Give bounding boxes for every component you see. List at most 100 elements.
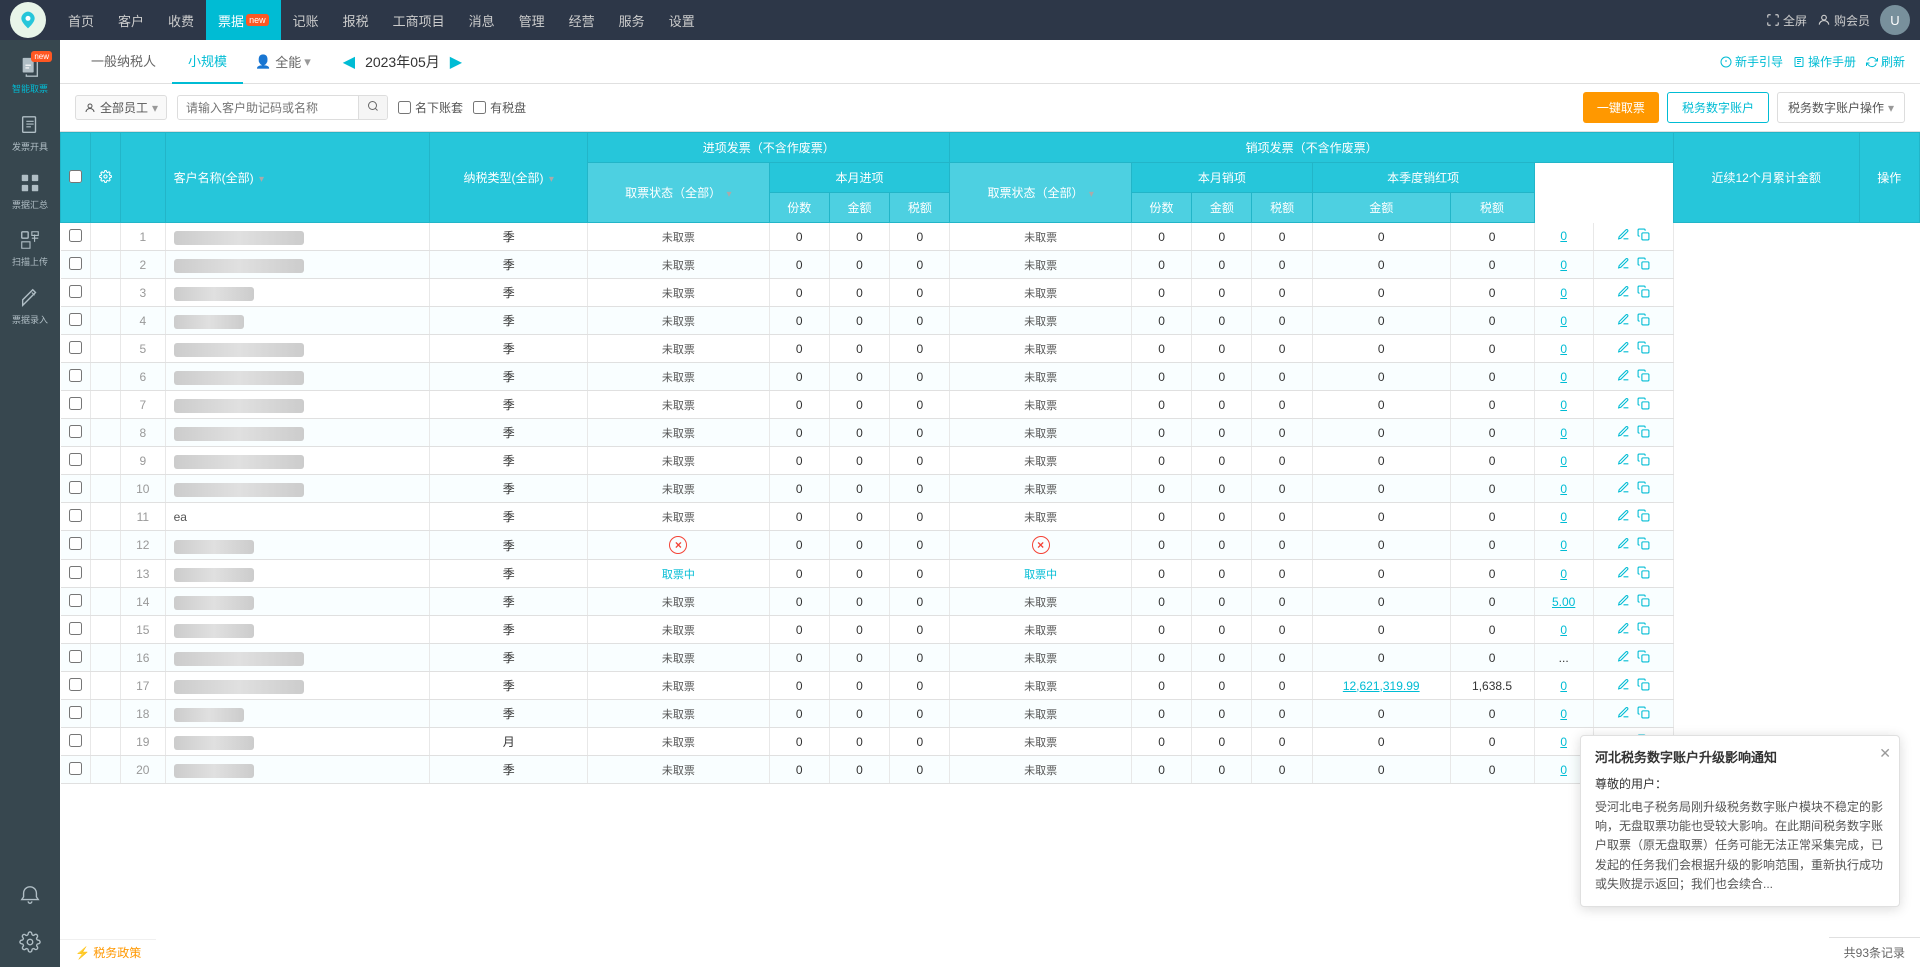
copy-action-button[interactable]	[1635, 566, 1652, 582]
tax-digital-account-button[interactable]: 税务数字账户	[1667, 92, 1769, 123]
select-all-checkbox[interactable]	[69, 170, 82, 183]
nav-client[interactable]: 客户	[106, 0, 156, 40]
nav-home[interactable]: 首页	[56, 0, 106, 40]
user-avatar[interactable]: U	[1880, 5, 1910, 35]
refresh-link[interactable]: 刷新	[1866, 53, 1905, 70]
copy-action-button[interactable]	[1635, 341, 1652, 357]
copy-action-button[interactable]	[1635, 228, 1652, 244]
fullscreen-button[interactable]: 全屏	[1766, 12, 1807, 29]
row-checkbox[interactable]	[69, 734, 82, 747]
has-tax-checkbox[interactable]	[473, 101, 486, 114]
new-guide-link[interactable]: 新手引导	[1720, 53, 1783, 70]
employee-filter[interactable]: 全部员工 ▾	[75, 95, 167, 120]
my-account-filter[interactable]: 名下账套	[398, 99, 463, 116]
edit-action-button[interactable]	[1615, 453, 1632, 469]
row-checkbox[interactable]	[69, 762, 82, 775]
nav-service[interactable]: 服务	[607, 0, 657, 40]
copy-action-button[interactable]	[1635, 650, 1652, 666]
sidebar-item-invoice-open[interactable]: 发票开具	[0, 103, 60, 161]
nav-tax[interactable]: 报税	[331, 0, 381, 40]
edit-action-button[interactable]	[1615, 650, 1632, 666]
edit-action-button[interactable]	[1615, 313, 1632, 329]
edit-action-button[interactable]	[1615, 509, 1632, 525]
row-checkbox[interactable]	[69, 650, 82, 663]
row-checkbox[interactable]	[69, 594, 82, 607]
edit-action-button[interactable]	[1615, 706, 1632, 722]
notification-close-button[interactable]: ✕	[1879, 742, 1891, 764]
inbound-status-filter-icon[interactable]: ▾	[727, 189, 732, 200]
edit-action-button[interactable]	[1615, 341, 1632, 357]
member-button[interactable]: 购会员	[1817, 12, 1870, 29]
outbound-status-filter-icon[interactable]: ▾	[1089, 189, 1094, 200]
row-checkbox[interactable]	[69, 622, 82, 635]
copy-action-button[interactable]	[1635, 509, 1652, 525]
onekey-ticket-button[interactable]: 一键取票	[1583, 92, 1659, 123]
edit-action-button[interactable]	[1615, 257, 1632, 273]
row-checkbox[interactable]	[69, 257, 82, 270]
date-prev-button[interactable]: ◀	[343, 52, 355, 72]
tax-digital-account-op-button[interactable]: 税务数字账户操作 ▾	[1777, 92, 1905, 123]
nav-business[interactable]: 工商项目	[381, 0, 457, 40]
copy-action-button[interactable]	[1635, 706, 1652, 722]
search-input[interactable]	[178, 97, 358, 119]
row-checkbox[interactable]	[69, 537, 82, 550]
nav-operation[interactable]: 经营	[557, 0, 607, 40]
edit-action-button[interactable]	[1615, 481, 1632, 497]
copy-action-button[interactable]	[1635, 369, 1652, 385]
row-checkbox[interactable]	[69, 453, 82, 466]
edit-action-button[interactable]	[1615, 228, 1632, 244]
tab-small-scale[interactable]: 小规模	[172, 40, 243, 84]
edit-action-button[interactable]	[1615, 678, 1632, 694]
copy-action-button[interactable]	[1635, 313, 1652, 329]
copy-action-button[interactable]	[1635, 285, 1652, 301]
edit-action-button[interactable]	[1615, 566, 1632, 582]
tab-all-capability[interactable]: 👤 全能 ▾	[243, 40, 323, 84]
nav-invoice[interactable]: 票据 new	[206, 0, 281, 40]
operation-manual-link[interactable]: 操作手册	[1793, 53, 1856, 70]
row-checkbox[interactable]	[69, 481, 82, 494]
copy-action-button[interactable]	[1635, 425, 1652, 441]
sidebar-item-intelligent-tax[interactable]: new 智能取票	[0, 45, 60, 103]
copy-action-button[interactable]	[1635, 622, 1652, 638]
row-checkbox[interactable]	[69, 706, 82, 719]
has-tax-filter[interactable]: 有税盘	[473, 99, 526, 116]
sidebar-item-scan-upload[interactable]: 扫描上传	[0, 218, 60, 276]
taxpolicy-filter-icon[interactable]: ▾	[549, 174, 554, 185]
edit-action-button[interactable]	[1615, 397, 1632, 413]
sidebar-item-invoice-summary[interactable]: 票据汇总	[0, 161, 60, 219]
row-checkbox[interactable]	[69, 341, 82, 354]
edit-action-button[interactable]	[1615, 594, 1632, 610]
copy-action-button[interactable]	[1635, 257, 1652, 273]
edit-action-button[interactable]	[1615, 369, 1632, 385]
edit-action-button[interactable]	[1615, 425, 1632, 441]
search-button[interactable]	[358, 96, 387, 119]
edit-action-button[interactable]	[1615, 622, 1632, 638]
edit-action-button[interactable]	[1615, 285, 1632, 301]
nav-accounting[interactable]: 记账	[281, 0, 331, 40]
row-checkbox[interactable]	[69, 229, 82, 242]
row-checkbox[interactable]	[69, 369, 82, 382]
name-filter-icon[interactable]: ▾	[259, 174, 264, 185]
my-account-checkbox[interactable]	[398, 101, 411, 114]
tab-general-taxpayer[interactable]: 一般纳税人	[75, 40, 172, 84]
row-checkbox[interactable]	[69, 313, 82, 326]
copy-action-button[interactable]	[1635, 678, 1652, 694]
row-checkbox[interactable]	[69, 509, 82, 522]
copy-action-button[interactable]	[1635, 397, 1652, 413]
row-checkbox[interactable]	[69, 285, 82, 298]
date-next-button[interactable]: ▶	[450, 52, 462, 72]
nav-message[interactable]: 消息	[457, 0, 507, 40]
sidebar-item-invoice-entry[interactable]: 票据录入	[0, 276, 60, 334]
copy-action-button[interactable]	[1635, 537, 1652, 553]
row-checkbox[interactable]	[69, 678, 82, 691]
copy-action-button[interactable]	[1635, 453, 1652, 469]
nav-manage[interactable]: 管理	[507, 0, 557, 40]
sidebar-item-settings[interactable]	[0, 920, 60, 967]
edit-action-button[interactable]	[1615, 537, 1632, 553]
copy-action-button[interactable]	[1635, 481, 1652, 497]
nav-fee[interactable]: 收费	[156, 0, 206, 40]
tax-policy-bar[interactable]: ⚡ 税务政策	[60, 939, 156, 965]
row-checkbox[interactable]	[69, 425, 82, 438]
copy-action-button[interactable]	[1635, 594, 1652, 610]
sidebar-item-notification[interactable]	[0, 873, 60, 920]
